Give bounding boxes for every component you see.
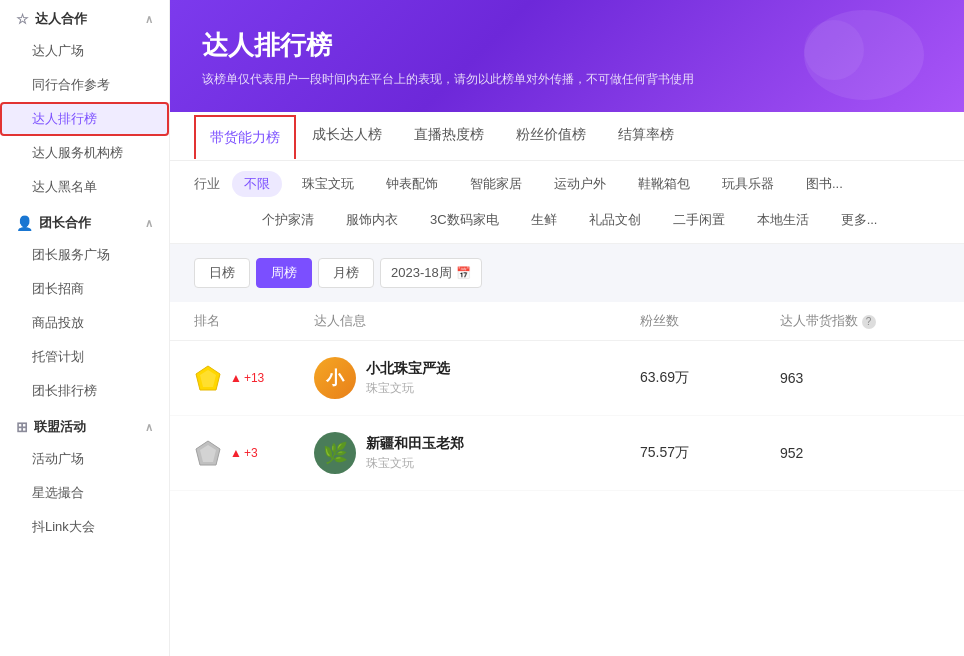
info-text-2: 新疆和田玉老郑 珠宝文玩 [366,435,464,472]
banner-subtitle: 该榜单仅代表用户一段时间内在平台上的表现，请勿以此榜单对外传播，不可做任何背书使… [202,71,932,88]
info-name-2: 新疆和田玉老郑 [366,435,464,453]
tab-live-heat[interactable]: 直播热度榜 [398,112,500,160]
filter-toys[interactable]: 玩具乐器 [710,171,786,197]
filter-3c[interactable]: 3C数码家电 [418,207,511,233]
arrow-up-icon-2: ▲ [230,446,242,460]
banner-title: 达人排行榜 [202,28,932,63]
rank-change-1: ▲ +13 [230,371,264,385]
table-row: ▲ +3 🌿 新疆和田玉老郑 珠宝文玩 75.57万 952 [170,416,964,491]
table-row: ▲ +13 小 小北珠宝严选 珠宝文玩 63.69万 963 [170,341,964,416]
sidebar-item-activity-plaza[interactable]: 活动广场 [0,442,169,476]
chevron-up-icon-3: ∧ [145,421,153,434]
filter-local[interactable]: 本地生活 [745,207,821,233]
sidebar-section-tuanzhang-label: 团长合作 [39,214,91,232]
avatar-placeholder-1: 小 [314,357,356,399]
period-date-value: 2023-18周 [391,264,452,282]
chevron-up-icon: ∧ [145,13,153,26]
filter-row-2: 个护家清 服饰内衣 3C数码家电 生鲜 礼品文创 二手闲置 本地生活 更多... [170,203,964,244]
col-rank: 排名 [194,312,314,330]
sidebar-item-star-selection[interactable]: 星选撮合 [0,476,169,510]
score-cell-1: 963 [780,370,940,386]
avatar-1: 小 [314,357,356,399]
sidebar-item-goods-placement[interactable]: 商品投放 [0,306,169,340]
filter-unlimited[interactable]: 不限 [232,171,282,197]
sidebar-item-daren-rank[interactable]: 达人排行榜 [0,102,169,136]
sidebar-item-daren-blacklist[interactable]: 达人黑名单 [0,170,169,204]
tabs-row: 带货能力榜 成长达人榜 直播热度榜 粉丝价值榜 结算率榜 [170,112,964,161]
period-row: 日榜 周榜 月榜 2023-18周 📅 [170,244,964,302]
sidebar-section-lianmeng-label: 联盟活动 [34,418,86,436]
sidebar-section-daren-label: 达人合作 [35,10,87,28]
sidebar-item-link-conference[interactable]: 抖Link大会 [0,510,169,544]
filter-smart-home[interactable]: 智能家居 [458,171,534,197]
rank-cell-1: ▲ +13 [194,364,314,392]
sidebar-section-lianmeng[interactable]: ⊞ 联盟活动 ∧ [0,408,169,442]
col-info: 达人信息 [314,312,640,330]
info-category-2: 珠宝文玩 [366,455,464,472]
calendar-icon: 📅 [456,266,471,280]
rank-diamond-gold-icon [194,364,222,392]
info-name-1: 小北珠宝严选 [366,360,450,378]
filter-more[interactable]: 更多... [829,207,890,233]
filter-watch[interactable]: 钟表配饰 [374,171,450,197]
rank-diamond-silver-icon [194,439,222,467]
sidebar-item-peer-ref[interactable]: 同行合作参考 [0,68,169,102]
arrow-up-icon: ▲ [230,371,242,385]
star-icon: ☆ [16,11,29,27]
filter-fresh[interactable]: 生鲜 [519,207,569,233]
col-fans: 粉丝数 [640,312,780,330]
tab-daihuo[interactable]: 带货能力榜 [194,115,296,159]
info-cell-1: 小 小北珠宝严选 珠宝文玩 [314,357,640,399]
tab-growth[interactable]: 成长达人榜 [296,112,398,160]
col-score-label: 达人带货指数 [780,313,858,328]
period-date-picker[interactable]: 2023-18周 📅 [380,258,482,288]
sidebar-section-daren[interactable]: ☆ 达人合作 ∧ [0,0,169,34]
grid-icon: ⊞ [16,419,28,435]
table-header: 排名 达人信息 粉丝数 达人带货指数 ? [170,302,964,341]
avatar-2: 🌿 [314,432,356,474]
filter-personal-care[interactable]: 个护家清 [250,207,326,233]
avatar-text-1: 小 [326,366,344,390]
tab-settlement[interactable]: 结算率榜 [602,112,690,160]
info-text-1: 小北珠宝严选 珠宝文玩 [366,360,450,397]
fans-cell-2: 75.57万 [640,444,780,462]
info-cell-2: 🌿 新疆和田玉老郑 珠宝文玩 [314,432,640,474]
rank-cell-2: ▲ +3 [194,439,314,467]
filter-clothing[interactable]: 服饰内衣 [334,207,410,233]
sidebar: ☆ 达人合作 ∧ 达人广场 同行合作参考 达人排行榜 达人服务机构榜 达人黑名单… [0,0,170,656]
sidebar-section-tuanzhang[interactable]: 👤 团长合作 ∧ [0,204,169,238]
avatar-placeholder-2: 🌿 [314,432,356,474]
filter-secondhand[interactable]: 二手闲置 [661,207,737,233]
filter-shoes[interactable]: 鞋靴箱包 [626,171,702,197]
rank-change-value-2: +3 [244,446,258,460]
table-container: 排名 达人信息 粉丝数 达人带货指数 ? ▲ +13 [170,302,964,656]
filter-picture[interactable]: 图书... [794,171,855,197]
filter-jewelry[interactable]: 珠宝文玩 [290,171,366,197]
rank-change-value-1: +13 [244,371,264,385]
sidebar-item-tz-service[interactable]: 团长服务广场 [0,238,169,272]
score-cell-2: 952 [780,445,940,461]
banner: 达人排行榜 该榜单仅代表用户一段时间内在平台上的表现，请勿以此榜单对外传播，不可… [170,0,964,112]
sidebar-item-daren-service[interactable]: 达人服务机构榜 [0,136,169,170]
tab-fans-value[interactable]: 粉丝价值榜 [500,112,602,160]
filter-gifts[interactable]: 礼品文创 [577,207,653,233]
filter-row-1: 行业 不限 珠宝文玩 钟表配饰 智能家居 运动户外 鞋靴箱包 玩具乐器 图书..… [170,161,964,203]
filter-industry-label: 行业 [194,175,220,193]
chevron-up-icon-2: ∧ [145,217,153,230]
info-category-1: 珠宝文玩 [366,380,450,397]
col-score: 达人带货指数 ? [780,312,940,330]
sidebar-item-daren-plaza[interactable]: 达人广场 [0,34,169,68]
fans-cell-1: 63.69万 [640,369,780,387]
sidebar-item-tz-rank[interactable]: 团长排行榜 [0,374,169,408]
sidebar-item-hosting[interactable]: 托管计划 [0,340,169,374]
filter-outdoor[interactable]: 运动户外 [542,171,618,197]
score-help-icon[interactable]: ? [862,315,876,329]
sidebar-item-tz-recruit[interactable]: 团长招商 [0,272,169,306]
period-weekly-btn[interactable]: 周榜 [256,258,312,288]
rank-change-2: ▲ +3 [230,446,258,460]
person-icon: 👤 [16,215,33,231]
period-monthly-btn[interactable]: 月榜 [318,258,374,288]
period-daily-btn[interactable]: 日榜 [194,258,250,288]
main-content: 达人排行榜 该榜单仅代表用户一段时间内在平台上的表现，请勿以此榜单对外传播，不可… [170,0,964,656]
